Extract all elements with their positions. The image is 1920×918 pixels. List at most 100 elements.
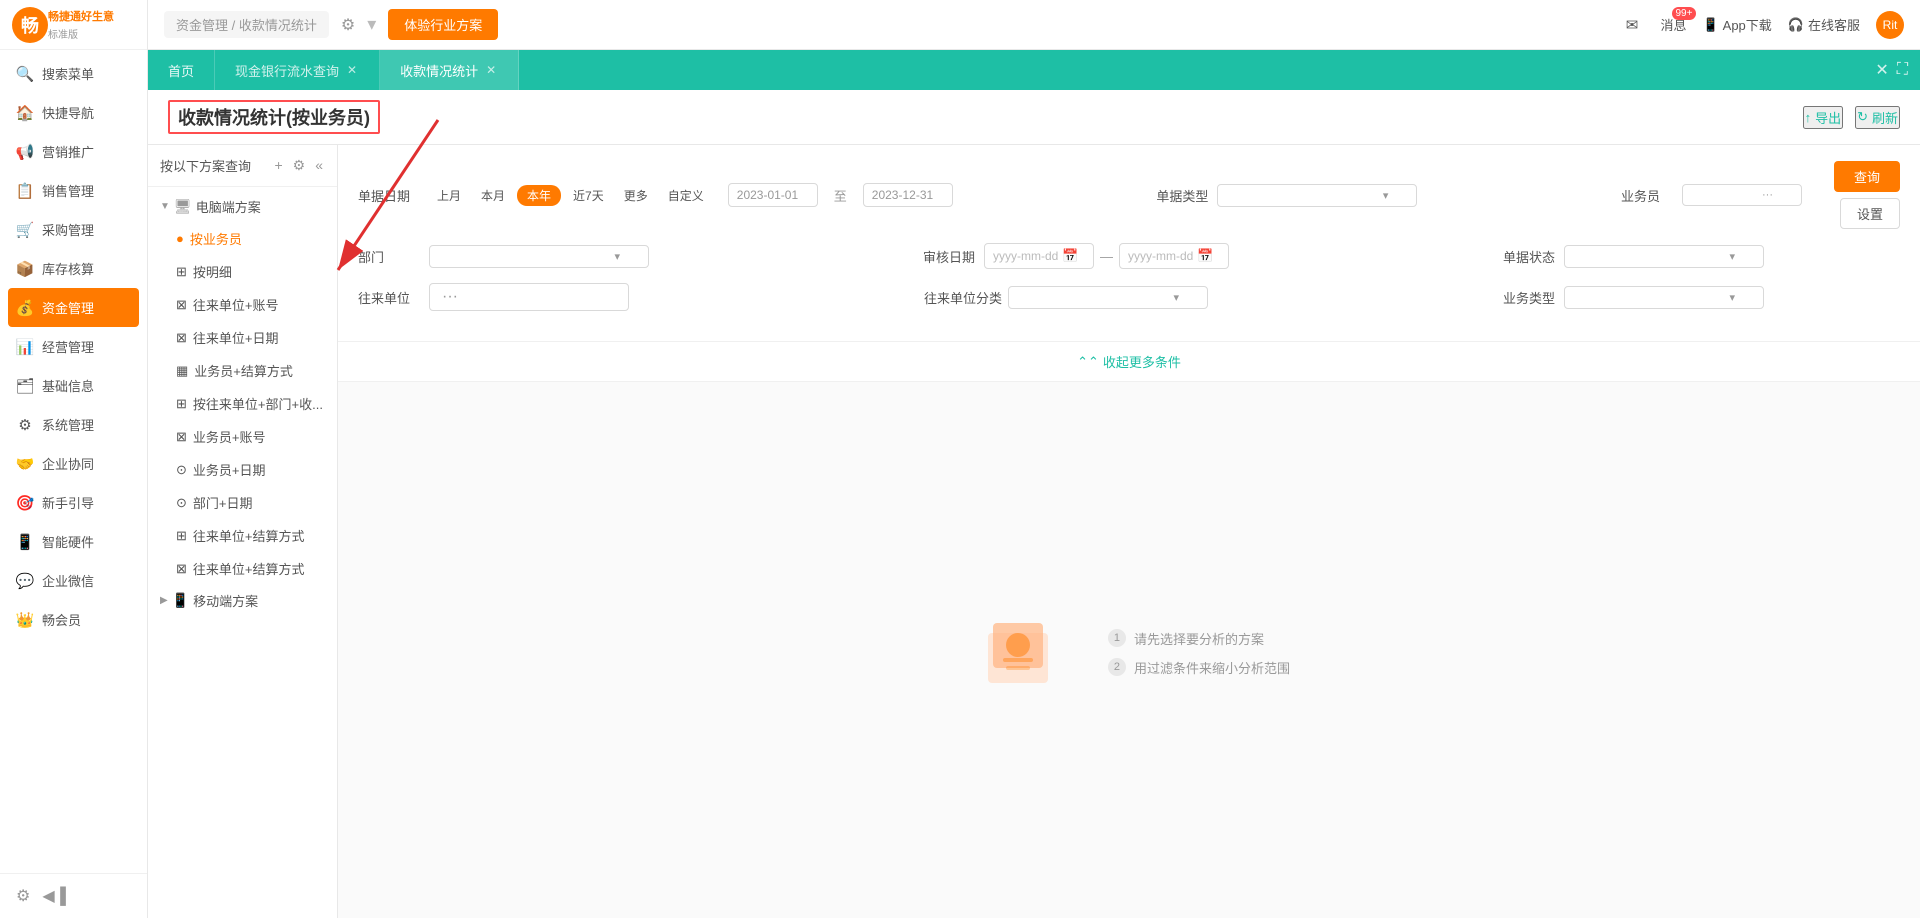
scheme-item-partner-settle1[interactable]: ⊞ 往来单位+结算方式 xyxy=(148,519,337,552)
message-icon-area[interactable]: ✉ 99+ 消息 xyxy=(1626,15,1687,34)
date-to-input[interactable]: 2023-12-31 xyxy=(863,183,953,207)
dept-select[interactable]: ▾ xyxy=(429,245,649,268)
sidebar-item-purchase[interactable]: 🛒 采购管理 xyxy=(0,210,147,249)
action-buttons: 查询 设置 xyxy=(1834,161,1900,229)
partner-input[interactable]: ··· xyxy=(429,283,629,311)
scheme-settings-icon[interactable]: ⚙ xyxy=(291,155,308,176)
trial-industry-button[interactable]: 体验行业方案 xyxy=(388,9,498,40)
scheme-group-pc: ▼ 🖥 电脑端方案 ● 按业务员 ⊞ 按明细 ⊠ 往来单位+账号 xyxy=(148,191,337,585)
scheme-group-mobile-title[interactable]: ▶ 📱 移动端方案 xyxy=(148,585,337,616)
sidebar-item-hardware[interactable]: 📱 智能硬件 xyxy=(0,522,147,561)
salesperson-select[interactable]: ··· xyxy=(1682,184,1802,206)
sidebar-item-collab[interactable]: 🤝 企业协同 xyxy=(0,444,147,483)
scheme-item-salesperson-settle[interactable]: ▦ 业务员+结算方式 xyxy=(148,354,337,387)
scheme-group-mobile: ▶ 📱 移动端方案 xyxy=(148,585,337,616)
bank-flow-tab-close[interactable]: ✕ xyxy=(345,61,359,79)
breadcrumb: 资金管理 / 收款情况统计 xyxy=(164,11,329,38)
scheme-item-salesperson-date[interactable]: ⊙ 业务员+日期 xyxy=(148,453,337,486)
sidebar-item-quicknav[interactable]: 🏠 快捷导航 xyxy=(0,93,147,132)
topbar-settings-icon[interactable]: ⚙ xyxy=(341,15,355,35)
tab-collection[interactable]: 收款情况统计 ✕ xyxy=(380,50,519,90)
partner-label: 往来单位 xyxy=(358,288,413,307)
sidebar-item-inventory[interactable]: 📦 库存核算 xyxy=(0,249,147,288)
sales-icon: 📋 xyxy=(16,182,34,200)
doc-type-select[interactable]: ▾ xyxy=(1217,184,1417,207)
shortcut-last-month[interactable]: 上月 xyxy=(429,185,469,206)
collapse-bar[interactable]: ⌃⌃ 收起更多条件 xyxy=(338,342,1920,382)
scheme-header-actions: + ⚙ « xyxy=(272,155,325,176)
date-from-input[interactable]: 2023-01-01 xyxy=(728,183,818,207)
doc-type-label: 单据类型 xyxy=(1156,186,1211,205)
scheme-collapse-icon[interactable]: « xyxy=(313,155,325,176)
calendar-to-icon: 📅 xyxy=(1197,248,1213,264)
settings-bottom-icon[interactable]: ⚙ xyxy=(16,886,30,906)
shortcut-more[interactable]: 更多 xyxy=(616,185,656,206)
collapse-up-icon: ⌃⌃ xyxy=(1077,354,1099,370)
scheme-item-dept-date[interactable]: ⊙ 部门+日期 xyxy=(148,486,337,519)
biz-type-arrow-icon: ▾ xyxy=(1729,291,1735,304)
empty-illustration xyxy=(968,603,1068,703)
tab-home[interactable]: 首页 xyxy=(148,50,215,90)
sidebar-item-wechat[interactable]: 💬 企业微信 xyxy=(0,561,147,600)
partner-category-select[interactable]: ▾ xyxy=(1008,286,1208,309)
sidebar-item-sales[interactable]: 📋 销售管理 xyxy=(0,171,147,210)
app-download-btn[interactable]: 📱 App下载 xyxy=(1702,15,1771,34)
tabbar-expand-btn[interactable]: ⛶ xyxy=(1897,61,1908,79)
partner-more-icon[interactable]: ··· xyxy=(442,288,458,306)
guide-icon: 🎯 xyxy=(16,494,34,512)
settings-button[interactable]: 设置 xyxy=(1840,198,1900,229)
collapse-sidebar-icon[interactable]: ◀▐ xyxy=(42,886,66,906)
edition-tag: 标准版 xyxy=(48,26,114,41)
scheme-item-partner-date[interactable]: ⊠ 往来单位+日期 xyxy=(148,321,337,354)
scheme-add-icon[interactable]: + xyxy=(272,155,284,176)
empty-tips: 1 请先选择要分析的方案 2 用过滤条件来缩小分析范围 xyxy=(1108,629,1290,677)
pc-group-folder-icon: 🖥 xyxy=(174,198,192,215)
refresh-button[interactable]: ↻ 刷新 xyxy=(1855,106,1900,129)
partner-settle2-icon: ⊠ xyxy=(176,561,187,577)
filter-panel: 单据日期 上月 本月 本年 近7天 更多 自定义 2023-01-01 至 20… xyxy=(338,145,1920,918)
sidebar-item-label: 库存核算 xyxy=(42,259,94,278)
pc-group-label: 电脑端方案 xyxy=(196,197,261,216)
sidebar-item-finance[interactable]: 💰 资金管理 xyxy=(8,288,139,327)
scheme-item-by-salesperson[interactable]: ● 按业务员 xyxy=(148,222,337,255)
tabbar-right: ✕ ⛶ xyxy=(1863,50,1920,90)
scheme-item-salesperson-account[interactable]: ⊠ 业务员+账号 xyxy=(148,420,337,453)
sidebar-item-label: 经营管理 xyxy=(42,337,94,356)
shortcut-custom[interactable]: 自定义 xyxy=(660,185,712,206)
sidebar-item-label: 智能硬件 xyxy=(42,532,94,551)
online-service-btn[interactable]: 🎧 在线客服 xyxy=(1788,15,1860,34)
sidebar-item-member[interactable]: 👑 畅会员 xyxy=(0,600,147,639)
dept-label: 部门 xyxy=(358,247,413,266)
empty-content: 1 请先选择要分析的方案 2 用过滤条件来缩小分析范围 xyxy=(968,603,1290,703)
topbar-dropdown-icon[interactable]: ▾ xyxy=(367,14,376,35)
doc-status-select[interactable]: ▾ xyxy=(1564,245,1764,268)
sidebar-item-operation[interactable]: 📊 经营管理 xyxy=(0,327,147,366)
sidebar-item-marketing[interactable]: 📢 营销推广 xyxy=(0,132,147,171)
audit-date-to[interactable]: yyyy-mm-dd 📅 xyxy=(1119,243,1229,269)
scheme-group-pc-title[interactable]: ▼ 🖥 电脑端方案 xyxy=(148,191,337,222)
tabbar-close-btn[interactable]: ✕ xyxy=(1875,60,1888,80)
sidebar-item-search[interactable]: 🔍 搜索菜单 xyxy=(0,54,147,93)
scheme-item-partner-settle2[interactable]: ⊠ 往来单位+结算方式 xyxy=(148,552,337,585)
tab-bank-flow[interactable]: 现金银行流水查询 ✕ xyxy=(215,50,380,90)
sidebar-item-label: 畅会员 xyxy=(42,610,81,629)
sidebar-item-basic[interactable]: 🗂 基础信息 xyxy=(0,366,147,405)
collection-tab-close[interactable]: ✕ xyxy=(484,61,498,79)
scheme-item-partner-account[interactable]: ⊠ 往来单位+账号 xyxy=(148,288,337,321)
user-avatar[interactable]: Rit xyxy=(1876,11,1904,39)
mobile-group-arrow: ▶ xyxy=(160,595,168,606)
export-button[interactable]: ↑ 导出 xyxy=(1803,106,1844,129)
audit-date-from[interactable]: yyyy-mm-dd 📅 xyxy=(984,243,1094,269)
shortcut-7days[interactable]: 近7天 xyxy=(565,185,612,206)
logo-area: 畅 畅捷通好生意 标准版 xyxy=(0,0,147,50)
sidebar-item-system[interactable]: ⚙ 系统管理 xyxy=(0,405,147,444)
export-icon: ↑ xyxy=(1805,110,1812,125)
shortcut-this-year[interactable]: 本年 xyxy=(517,185,561,206)
biz-type-select[interactable]: ▾ xyxy=(1564,286,1764,309)
scheme-item-by-detail[interactable]: ⊞ 按明细 xyxy=(148,255,337,288)
bank-flow-tab-label: 现金银行流水查询 xyxy=(235,61,339,80)
sidebar-item-guide[interactable]: 🎯 新手引导 xyxy=(0,483,147,522)
scheme-item-partner-dept[interactable]: ⊞ 按往来单位+部门+收... xyxy=(148,387,337,420)
query-button[interactable]: 查询 xyxy=(1834,161,1900,192)
shortcut-this-month[interactable]: 本月 xyxy=(473,185,513,206)
